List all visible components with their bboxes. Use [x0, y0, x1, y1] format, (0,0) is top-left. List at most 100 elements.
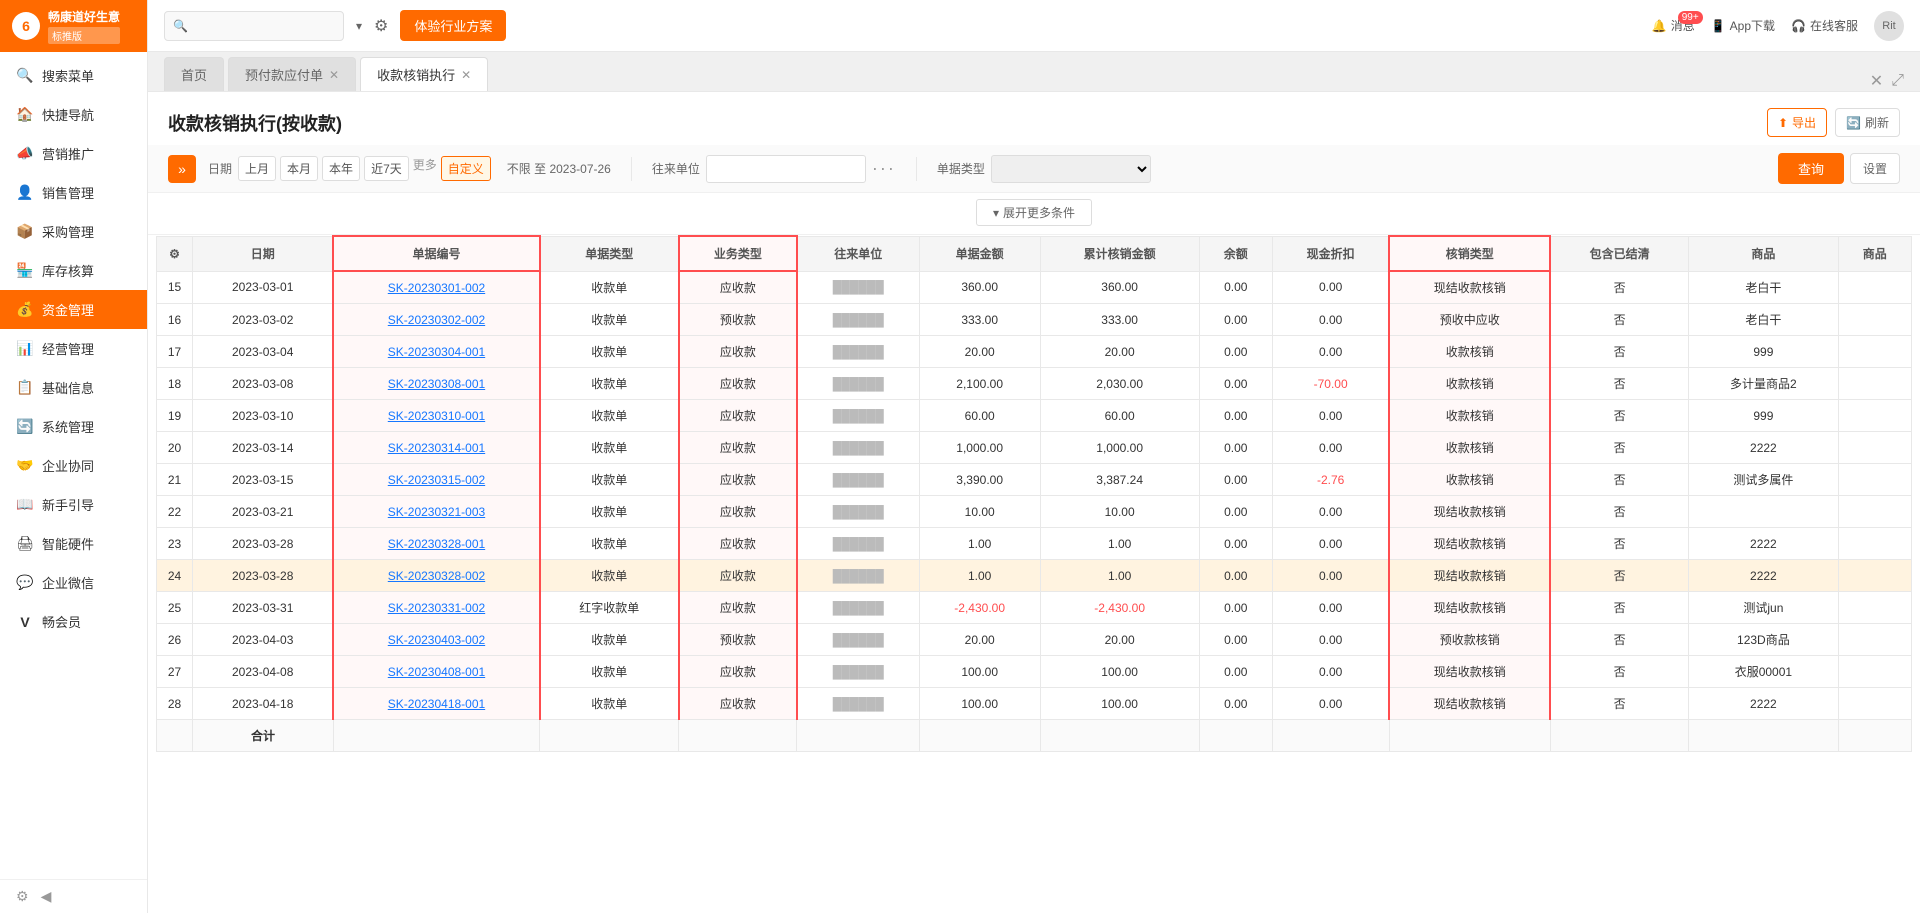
table-cell[interactable]: SK-20230308-001	[333, 368, 539, 400]
table-cell[interactable]: SK-20230314-001	[333, 432, 539, 464]
table-cell: 0.00	[1199, 528, 1272, 560]
table-cell: 收款核销	[1389, 336, 1550, 368]
table-cell[interactable]: SK-20230302-002	[333, 304, 539, 336]
sidebar-item-operations[interactable]: 📊 经营管理	[0, 329, 147, 368]
refresh-button[interactable]: 🔄 刷新	[1835, 108, 1900, 137]
col-product2-header: 商品	[1838, 236, 1911, 271]
table-cell[interactable]: SK-20230418-001	[333, 688, 539, 720]
summary-cell	[1689, 720, 1838, 752]
table-cell[interactable]: SK-20230408-001	[333, 656, 539, 688]
partner-filter-dots[interactable]: ···	[872, 158, 896, 179]
table-cell[interactable]: SK-20230403-002	[333, 624, 539, 656]
sidebar-item-wechat[interactable]: 💬 企业微信	[0, 563, 147, 602]
table-cell: 0.00	[1272, 304, 1389, 336]
table-cell: 25	[157, 592, 193, 624]
online-service-button[interactable]: 🎧 在线客服	[1791, 17, 1858, 34]
setting-button[interactable]: 设置	[1850, 153, 1900, 184]
app-download-button[interactable]: 📱 App下载	[1711, 17, 1775, 34]
date-custom[interactable]: 自定义	[441, 156, 491, 181]
expand-more-button[interactable]: ▾ 展开更多条件	[976, 199, 1092, 226]
date-more-link[interactable]: 更多	[413, 156, 437, 181]
table-cell	[1838, 400, 1911, 432]
tab-receipt-verify[interactable]: 收款核销执行 ✕	[360, 57, 488, 91]
maximize-icon[interactable]: ⤢	[1891, 72, 1904, 90]
sidebar-item-sales[interactable]: 👤 销售管理	[0, 173, 147, 212]
sidebar-item-quick[interactable]: 🏠 快捷导航	[0, 95, 147, 134]
table-cell: 0.00	[1199, 271, 1272, 304]
table-cell[interactable]: SK-20230328-001	[333, 528, 539, 560]
topbar-search-box[interactable]: 🔍	[164, 11, 344, 41]
col-settings-header[interactable]: ⚙	[157, 236, 193, 271]
table-cell: 0.00	[1199, 688, 1272, 720]
table-cell: 收款单	[540, 304, 679, 336]
filter-expand-button[interactable]: »	[168, 155, 196, 183]
date-this-month[interactable]: 本月	[280, 156, 318, 181]
table-cell[interactable]: SK-20230321-003	[333, 496, 539, 528]
sidebar-item-finance[interactable]: 💰 资金管理	[0, 290, 147, 329]
table-cell[interactable]: SK-20230304-001	[333, 336, 539, 368]
topbar-dropdown-arrow[interactable]: ▾	[356, 19, 362, 33]
table-cell: 收款单	[540, 464, 679, 496]
col-amount-header: 单据金额	[919, 236, 1040, 271]
table-cell: 应收款	[679, 336, 797, 368]
collapse-icon[interactable]: ◀	[41, 888, 52, 905]
table-cell: 1.00	[919, 528, 1040, 560]
table-cell[interactable]: SK-20230301-002	[333, 271, 539, 304]
export-button[interactable]: ⬆ 导出	[1767, 108, 1827, 137]
table-cell[interactable]: SK-20230315-002	[333, 464, 539, 496]
refresh-icon: 🔄	[1846, 116, 1861, 130]
query-button[interactable]: 查询	[1778, 153, 1844, 184]
sidebar-item-search[interactable]: 🔍 搜索菜单	[0, 56, 147, 95]
col-include-settled-header: 包含已结清	[1550, 236, 1688, 271]
table-cell: 2023-03-15	[193, 464, 334, 496]
table-row: 172023-03-04SK-20230304-001收款单应收款██████2…	[157, 336, 1912, 368]
settings-icon[interactable]: ⚙	[16, 888, 29, 905]
solution-button[interactable]: 体验行业方案	[400, 10, 506, 41]
tab-prepay-close[interactable]: ✕	[329, 68, 339, 82]
sidebar-item-system[interactable]: 🔄 系统管理	[0, 407, 147, 446]
date-this-year[interactable]: 本年	[322, 156, 360, 181]
sidebar-item-guide[interactable]: 📖 新手引导	[0, 485, 147, 524]
inventory-icon: 🏪	[16, 262, 34, 280]
tab-receipt-verify-close[interactable]: ✕	[461, 68, 471, 82]
sidebar-item-basic[interactable]: 📋 基础信息	[0, 368, 147, 407]
messages-button[interactable]: 🔔 消息 99+	[1652, 17, 1695, 34]
topbar-gear-icon[interactable]: ⚙	[374, 16, 388, 36]
date-last-month[interactable]: 上月	[238, 156, 276, 181]
table-cell: 收款核销	[1389, 400, 1550, 432]
table-cell: 0.00	[1199, 496, 1272, 528]
billtype-filter-select[interactable]: 收款单 红字收款单	[991, 155, 1151, 183]
date-last-7days[interactable]: 近7天	[364, 156, 409, 181]
summary-cell	[333, 720, 539, 752]
table-cell: 999	[1689, 400, 1838, 432]
table-cell[interactable]: SK-20230331-002	[333, 592, 539, 624]
sidebar-item-inventory[interactable]: 🏪 库存核算	[0, 251, 147, 290]
topbar-search-input[interactable]	[192, 19, 335, 33]
avatar[interactable]: Rit	[1874, 11, 1904, 41]
table-cell: 预收款	[679, 304, 797, 336]
table-cell: 应收款	[679, 656, 797, 688]
sidebar-item-member[interactable]: V 畅会员	[0, 602, 147, 641]
table-cell: 收款单	[540, 496, 679, 528]
sidebar-item-marketing[interactable]: 📣 营销推广	[0, 134, 147, 173]
sidebar: 6 畅康道好生意 标推版 🔍 搜索菜单 🏠 快捷导航 📣 营销推广 👤 销售管理…	[0, 0, 148, 913]
table-cell: 收款核销	[1389, 432, 1550, 464]
sidebar-item-hardware[interactable]: 🖨 智能硬件	[0, 524, 147, 563]
table-cell: 16	[157, 304, 193, 336]
table-cell: 否	[1550, 624, 1688, 656]
table-cell[interactable]: SK-20230328-002	[333, 560, 539, 592]
table-cell[interactable]: SK-20230310-001	[333, 400, 539, 432]
partner-filter-input[interactable]	[706, 155, 866, 183]
sales-icon: 👤	[16, 184, 34, 202]
sidebar-item-purchase[interactable]: 📦 采购管理	[0, 212, 147, 251]
basic-icon: 📋	[16, 379, 34, 397]
table-cell: 0.00	[1199, 560, 1272, 592]
table-cell: 22	[157, 496, 193, 528]
marketing-icon: 📣	[16, 145, 34, 163]
close-window-icon[interactable]: ✕	[1870, 71, 1883, 91]
tab-prepay[interactable]: 预付款应付单 ✕	[228, 57, 356, 91]
tab-home[interactable]: 首页	[164, 57, 224, 91]
table-cell: 收款单	[540, 271, 679, 304]
table-cell: 2023-03-02	[193, 304, 334, 336]
sidebar-item-enterprise[interactable]: 🤝 企业协同	[0, 446, 147, 485]
